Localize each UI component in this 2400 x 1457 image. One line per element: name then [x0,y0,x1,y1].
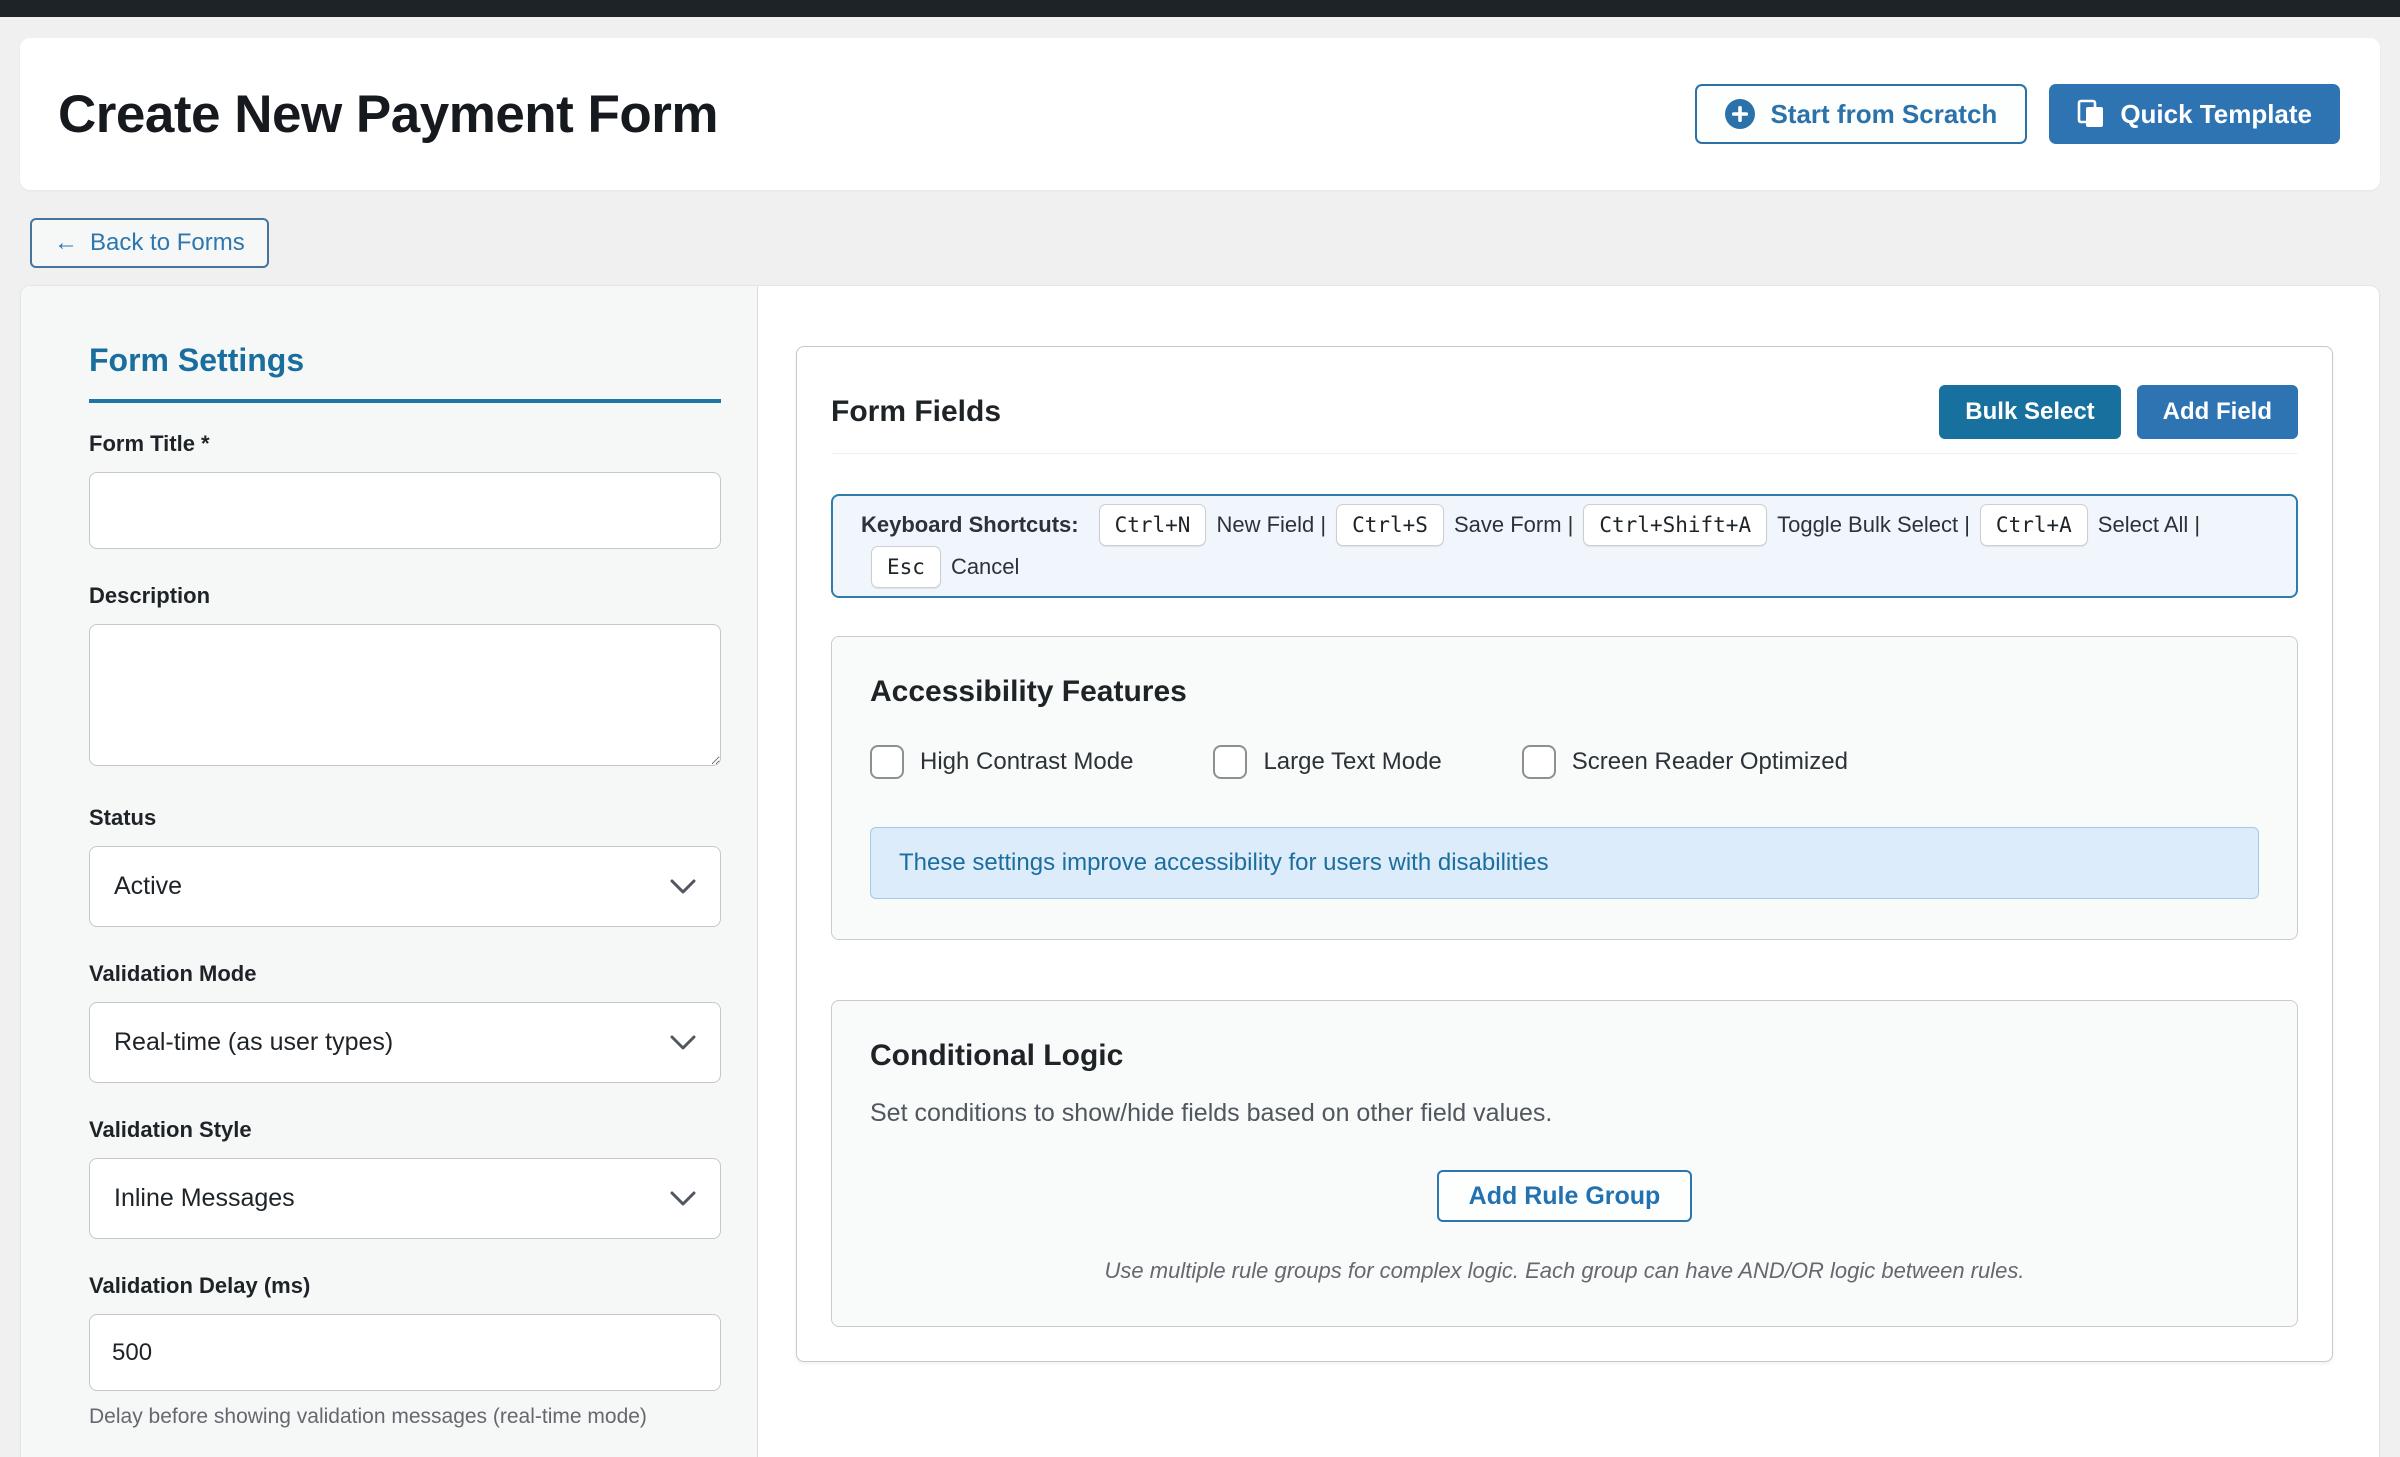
validation-delay-group: Validation Delay (ms) Delay before showi… [89,1273,721,1429]
form-fields-actions: Bulk Select Add Field [1939,385,2298,439]
validation-style-label: Validation Style [89,1117,252,1142]
large-text-mode-option[interactable]: Large Text Mode [1213,745,1442,779]
description-textarea[interactable] [89,624,721,766]
validation-delay-help: Delay before showing validation messages… [89,1405,647,1428]
screen-reader-optimized-option[interactable]: Screen Reader Optimized [1521,745,1848,779]
large-text-label: Large Text Mode [1263,748,1442,775]
accessibility-note: These settings improve accessibility for… [870,827,2259,899]
status-select[interactable]: Active [89,846,721,927]
page-title: Create New Payment Form [58,84,719,144]
conditional-logic-heading: Conditional Logic [870,1039,1124,1072]
large-text-checkbox[interactable] [1213,745,1248,779]
kbd-ctrl-a: Ctrl+A [1979,504,2088,546]
validation-style-group: Validation Style Inline Messages [89,1117,721,1239]
conditional-logic-description: Set conditions to show/hide fields based… [870,1099,1553,1127]
validation-mode-label: Validation Mode [89,961,257,986]
validation-mode-group: Validation Mode Real-time (as user types… [89,961,721,1083]
validation-delay-input[interactable] [89,1314,721,1391]
chevron-down-icon [670,1035,696,1051]
validation-delay-label: Validation Delay (ms) [89,1273,311,1298]
high-contrast-label: High Contrast Mode [920,748,1134,775]
validation-mode-select[interactable]: Real-time (as user types) [89,1002,721,1083]
form-fields-card: Form Fields Bulk Select Add Field Keyboa… [796,346,2333,1362]
page-header: Create New Payment Form Start from Scrat… [20,38,2380,190]
plus-circle-icon [1725,99,1756,129]
form-title-label: Form Title * [89,431,210,456]
quick-template-button[interactable]: Quick Template [2049,84,2340,144]
validation-mode-selected-value: Real-time (as user types) [114,1028,394,1056]
status-selected-value: Active [114,872,183,900]
kbd-ctrl-s: Ctrl+S [1336,504,1444,546]
form-settings-heading: Form Settings [89,342,721,403]
shortcut-desc-new-field: New Field | [1216,512,1327,537]
validation-style-select[interactable]: Inline Messages [89,1158,721,1239]
main-container: Form Settings Form Title * Description S… [20,285,2380,1457]
screen-reader-label: Screen Reader Optimized [1571,748,1848,775]
back-to-forms-button[interactable]: ← Back to Forms [30,218,269,268]
quick-template-label: Quick Template [2120,98,2312,129]
shortcut-desc-cancel: Cancel [950,554,1020,579]
shortcut-desc-select-all: Select All | [2097,512,2201,537]
add-rule-group-row: Add Rule Group [870,1170,2259,1222]
add-field-button[interactable]: Add Field [2136,385,2298,439]
form-settings-panel: Form Settings Form Title * Description S… [21,286,758,1457]
shortcut-desc-toggle-bulk-select: Toggle Bulk Select | [1777,512,1970,537]
description-label: Description [89,583,211,608]
start-from-scratch-button[interactable]: Start from Scratch [1695,84,2028,144]
high-contrast-checkbox[interactable] [870,745,904,779]
status-group: Status Active [89,805,721,927]
kbd-ctrl-n: Ctrl+N [1098,504,1207,546]
bulk-select-button[interactable]: Bulk Select [1939,385,2121,439]
kbd-ctrl-shift-a: Ctrl+Shift+A [1583,504,1768,546]
shortcut-desc-save-form: Save Form | [1453,512,1574,537]
header-actions: Start from Scratch Quick Template [1695,84,2340,144]
conditional-logic-card: Conditional Logic Set conditions to show… [831,1000,2298,1327]
form-title-input[interactable] [89,472,721,549]
add-rule-group-button[interactable]: Add Rule Group [1436,1170,1693,1222]
keyboard-shortcuts-label: Keyboard Shortcuts: [861,512,1079,537]
chevron-down-icon [670,879,696,895]
back-row: ← Back to Forms [30,218,2400,268]
validation-style-selected-value: Inline Messages [114,1184,295,1212]
screen-reader-checkbox[interactable] [1521,745,1556,779]
accessibility-options-row: High Contrast Mode Large Text Mode Scree… [870,745,2259,779]
description-group: Description [89,583,721,771]
high-contrast-mode-option[interactable]: High Contrast Mode [870,745,1133,779]
accessibility-features-card: Accessibility Features High Contrast Mod… [831,636,2298,940]
keyboard-shortcuts-bar: Keyboard Shortcuts: Ctrl+N New Field | C… [831,494,2298,598]
form-fields-area: Form Fields Bulk Select Add Field Keyboa… [758,286,2379,1457]
template-copy-icon [2077,99,2105,129]
admin-bar [0,0,2400,17]
conditional-logic-hint: Use multiple rule groups for complex log… [1104,1258,2025,1283]
back-to-forms-label: Back to Forms [90,229,245,256]
kbd-esc: Esc [871,546,941,588]
start-from-scratch-label: Start from Scratch [1770,98,1998,129]
status-label: Status [89,805,157,830]
chevron-down-icon [670,1191,696,1207]
form-fields-header: Form Fields Bulk Select Add Field [831,385,2298,454]
form-fields-heading: Form Fields [831,395,1002,428]
back-arrow-icon: ← [54,229,78,256]
form-title-group: Form Title * [89,431,721,549]
accessibility-features-heading: Accessibility Features [870,675,1187,708]
